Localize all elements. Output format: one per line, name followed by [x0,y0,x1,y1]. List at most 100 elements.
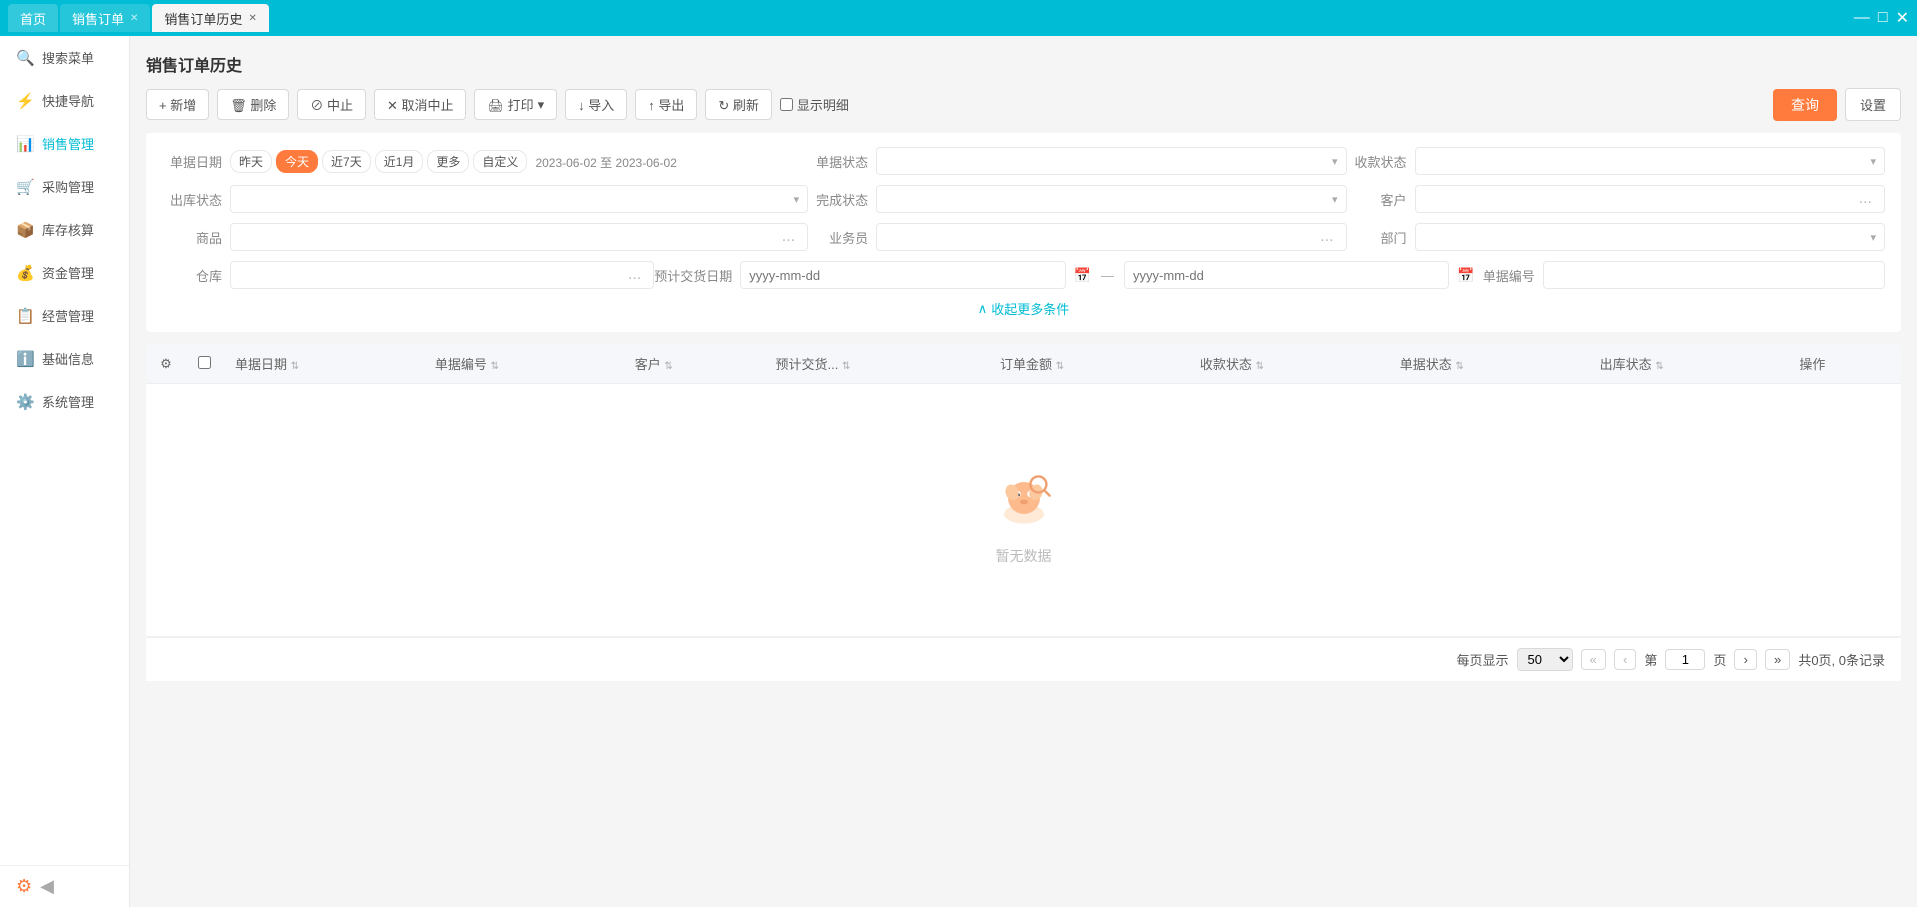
refresh-button[interactable]: ↻ 刷新 [705,89,772,120]
select-all-checkbox[interactable] [198,356,211,369]
cancel-stop-button[interactable]: ✕ 取消中止 [374,89,467,120]
first-page-button[interactable]: « [1581,649,1606,670]
sidebar-settings-icon[interactable]: ⚙ [16,876,32,897]
product-input[interactable]: ... [230,223,808,251]
close-icon[interactable]: ✕ [1896,8,1909,28]
sidebar-item-finance[interactable]: 💰 资金管理 [0,251,129,294]
sidebar-item-search-menu[interactable]: 🔍 搜索菜单 [0,36,129,79]
date-chip-more[interactable]: 更多 [427,150,469,173]
date-chip-custom[interactable]: 自定义 [473,150,527,173]
per-page-select[interactable]: 10 20 50 100 [1517,648,1573,671]
order-status-select[interactable]: ▾ [876,147,1346,175]
sidebar-item-sales-mgmt[interactable]: 📊 销售管理 [0,122,129,165]
print-button[interactable]: 🖨 打印 ▾ [474,89,557,120]
filter-department: 部门 ▾ [1347,223,1885,251]
minimize-icon[interactable]: — [1854,9,1870,27]
finance-icon: 💰 [16,264,34,282]
date-chip-1month[interactable]: 近1月 [375,150,424,173]
th-date[interactable]: 单据日期 ⇅ [223,344,423,384]
inventory-icon: 📦 [16,221,34,239]
sales-order-tab-label: 销售订单 [72,9,124,28]
display-detail-toggle: 显示明细 [780,95,849,114]
warehouse-label: 仓库 [162,266,222,285]
delivery-date-end-cal-icon[interactable]: 📅 [1457,267,1474,284]
data-table: ⚙ 单据日期 ⇅ 单据编号 ⇅ [146,344,1901,637]
sidebar-collapse-icon[interactable]: ◀ [40,876,54,897]
th-amount[interactable]: 订单金额 ⇅ [988,344,1188,384]
sidebar-item-label: 销售管理 [42,134,94,153]
tab-home[interactable]: 首页 [8,4,58,32]
th-amount-sort-icon: ⇅ [1056,361,1064,372]
delivery-date-start-input[interactable] [740,261,1065,289]
filter-order-number: 单据编号 [1475,261,1885,289]
query-button[interactable]: 查询 [1773,89,1837,121]
collapse-btn[interactable]: ∧ 收起更多条件 [162,299,1885,318]
delivery-status-chevron: ▾ [794,193,800,206]
tab-sales-order-history[interactable]: 销售订单历史 ✕ [152,4,268,32]
page-number-input[interactable] [1665,649,1705,670]
th-customer[interactable]: 客户 ⇅ [623,344,764,384]
table-body: 暂无数据 [146,384,1901,637]
import-button[interactable]: ↓ 导入 [565,89,627,120]
date-chip-7days[interactable]: 近7天 [322,150,371,173]
salesperson-dots: ... [1316,228,1337,246]
sidebar-item-purchase-mgmt[interactable]: 🛒 采购管理 [0,165,129,208]
delivery-status-select[interactable]: ▾ [230,185,808,213]
filter-complete-status: 完成状态 ▾ [808,185,1346,213]
delete-button[interactable]: 🗑 删除 [217,89,289,120]
th-amount-label: 订单金额 [1000,357,1052,372]
sidebar-item-sys-mgmt[interactable]: ⚙️ 系统管理 [0,380,129,423]
delivery-date-start-cal-icon[interactable]: 📅 [1074,267,1091,284]
search-menu-icon: 🔍 [16,49,34,67]
th-delivery-status[interactable]: 出库状态 ⇅ [1588,344,1788,384]
complete-status-chevron: ▾ [1332,193,1338,206]
sidebar: 🔍 搜索菜单 ⚡ 快捷导航 📊 销售管理 🛒 采购管理 📦 库存核算 💰 资金管… [0,36,130,907]
date-chip-today[interactable]: 今天 [276,150,318,173]
maximize-icon[interactable]: □ [1878,9,1888,27]
th-delivery[interactable]: 预计交货... ⇅ [764,344,988,384]
th-delivery-sort-icon: ⇅ [842,361,850,372]
payment-status-select[interactable]: ▾ [1415,147,1885,175]
warehouse-input[interactable]: ... [230,261,654,289]
sidebar-item-operations[interactable]: 📋 经营管理 [0,294,129,337]
customer-input[interactable]: ... [1415,185,1885,213]
th-settings[interactable]: ⚙ [146,344,186,384]
order-number-input[interactable] [1543,261,1885,289]
date-chip-yesterday[interactable]: 昨天 [230,150,272,173]
stop-button[interactable]: ⊘ 中止 [297,89,366,120]
customer-label: 客户 [1347,190,1407,209]
salesperson-input[interactable]: ... [876,223,1346,251]
prev-page-button[interactable]: ‹ [1614,649,1636,670]
new-button[interactable]: + 新增 [146,89,209,120]
th-order-status[interactable]: 单据状态 ⇅ [1388,344,1588,384]
next-page-button[interactable]: › [1734,649,1756,670]
sidebar-item-label: 系统管理 [42,392,94,411]
filter-product: 商品 ... [162,223,808,251]
th-payment-status-label: 收款状态 [1200,357,1252,372]
complete-status-select[interactable]: ▾ [876,185,1346,213]
th-customer-sort-icon: ⇅ [664,361,672,372]
filter-delivery-date: 预计交货日期 📅 — 📅 [654,261,1474,289]
sidebar-item-inventory[interactable]: 📦 库存核算 [0,208,129,251]
department-select[interactable]: ▾ [1415,223,1885,251]
sales-order-history-tab-close[interactable]: ✕ [248,13,256,24]
th-checkbox[interactable] [186,344,223,384]
tab-sales-order[interactable]: 销售订单 ✕ [60,4,150,32]
page-label-suffix: 页 [1713,650,1726,669]
th-payment-status[interactable]: 收款状态 ⇅ [1188,344,1388,384]
delivery-date-end-input[interactable] [1124,261,1449,289]
display-detail-checkbox[interactable] [780,98,793,111]
sidebar-item-basic-info[interactable]: ℹ️ 基础信息 [0,337,129,380]
last-page-button[interactable]: » [1765,649,1790,670]
sales-order-tab-close[interactable]: ✕ [130,13,138,24]
gear-icon: ⚙ [160,356,172,371]
sidebar-item-quick-nav[interactable]: ⚡ 快捷导航 [0,79,129,122]
sales-order-history-tab-label: 销售订单历史 [164,9,242,28]
top-bar: 首页 销售订单 ✕ 销售订单历史 ✕ — □ ✕ [0,0,1917,36]
th-number[interactable]: 单据编号 ⇅ [423,344,623,384]
order-status-label: 单据状态 [808,152,868,171]
filter-row-1: 单据日期 昨天 今天 近7天 近1月 更多 自定义 2023-06-02 至 2… [162,147,1885,175]
settings-button[interactable]: 设置 [1845,88,1901,121]
export-button[interactable]: ↑ 导出 [635,89,697,120]
th-date-label: 单据日期 [235,357,287,372]
